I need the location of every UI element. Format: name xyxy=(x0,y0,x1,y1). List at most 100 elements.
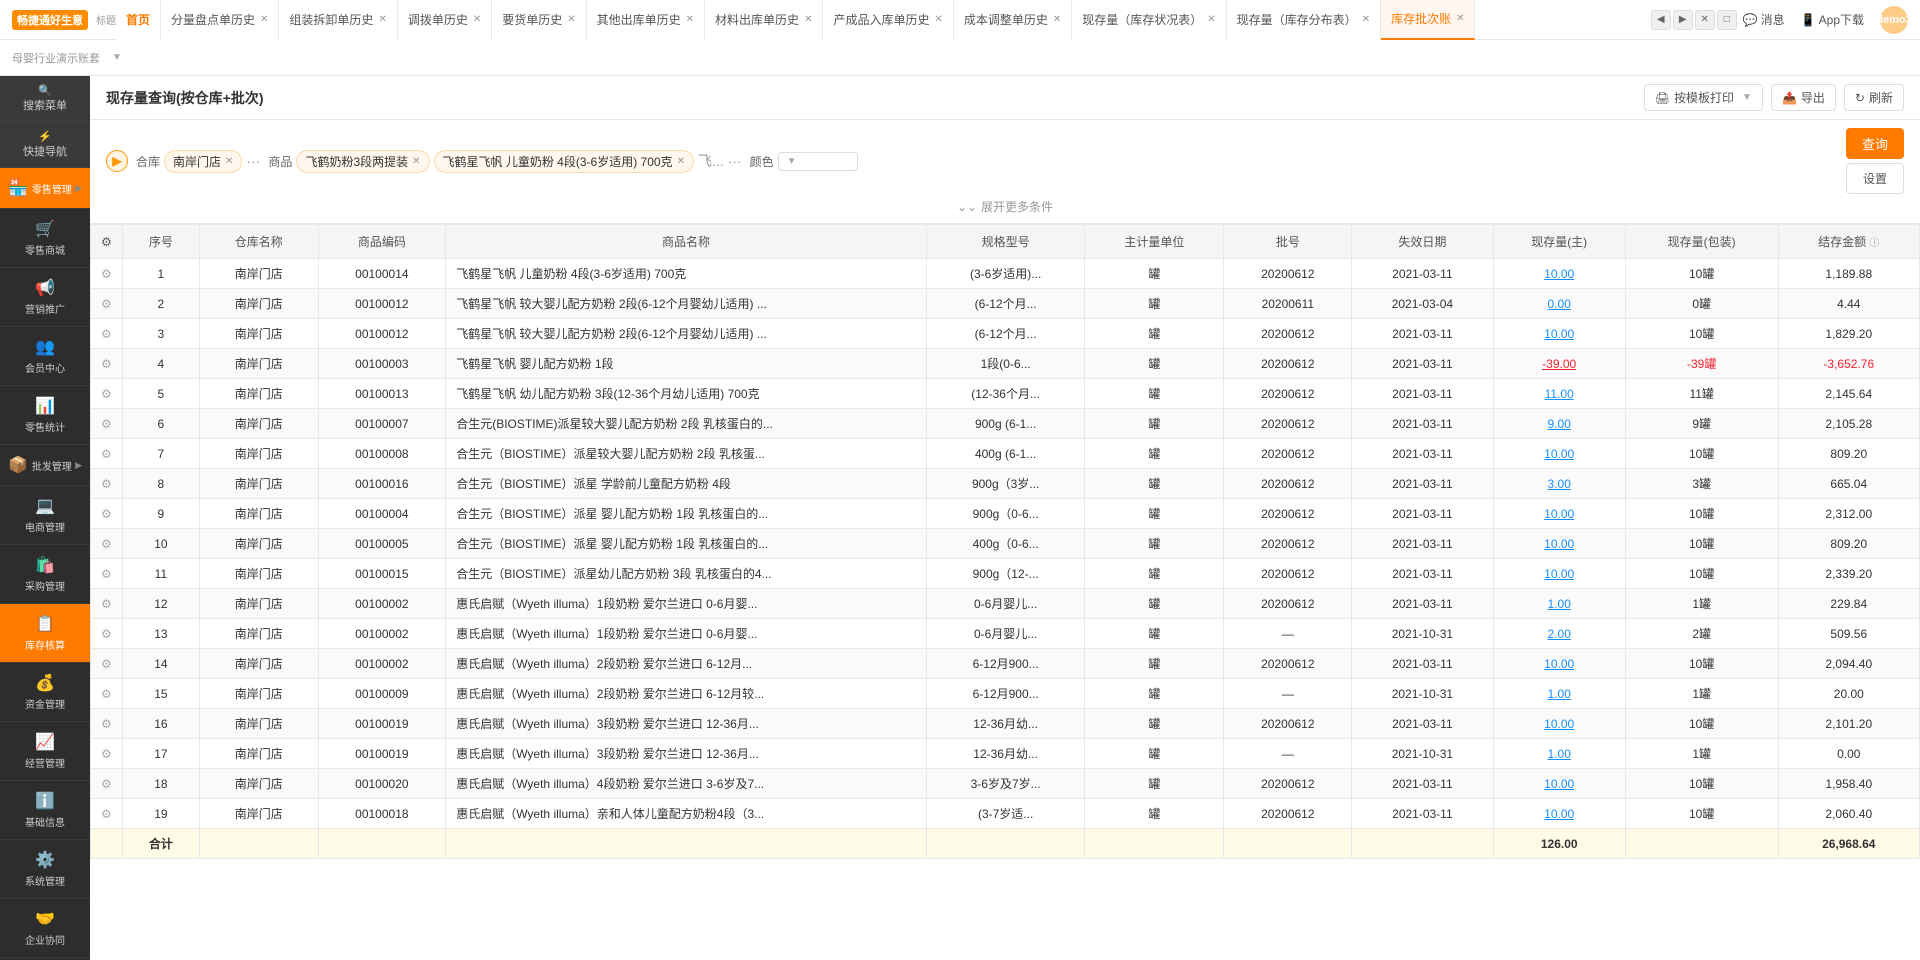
tab-maximize-btn[interactable]: □ xyxy=(1717,10,1737,30)
tab-close-product-inbound[interactable]: ✕ xyxy=(934,14,942,25)
sidebar-item-retail-store[interactable]: 🛒零售商城 xyxy=(0,209,90,268)
export-btn[interactable]: 📤 导出 xyxy=(1771,84,1836,111)
tab-prev-btn[interactable]: ◀ xyxy=(1651,10,1671,30)
row-settings[interactable]: ⚙ xyxy=(91,319,123,349)
template-print-btn[interactable]: 🖨 按模板打印 ▼ xyxy=(1644,84,1763,111)
product-tag-1-close[interactable]: ✕ xyxy=(412,156,420,167)
row-stock-main[interactable]: 0.00 xyxy=(1493,289,1625,319)
sidebar-item-marketing[interactable]: 📢营销推广 xyxy=(0,268,90,327)
row-settings[interactable]: ⚙ xyxy=(91,499,123,529)
warehouse-filter-tag[interactable]: 南岸门店 ✕ xyxy=(164,150,242,173)
sidebar-item-retail-mgmt[interactable]: 🏪零售管理▶ xyxy=(0,168,90,209)
product-tag-2[interactable]: 飞鹤星飞帆 儿童奶粉 4段(3-6岁适用) 700克 ✕ xyxy=(434,150,694,173)
sidebar-item-inventory[interactable]: 📋库存核算 xyxy=(0,604,90,663)
warehouse-more-btn[interactable]: ··· xyxy=(246,153,260,169)
tab-close-inventory-status[interactable]: ✕ xyxy=(1207,14,1215,25)
tab-close-split-inventory-history[interactable]: ✕ xyxy=(260,14,268,25)
tab-close-batch-ledger[interactable]: ✕ xyxy=(1456,13,1464,24)
color-filter-input[interactable]: ▼ xyxy=(778,152,858,171)
tab-home[interactable]: 首页 xyxy=(116,0,161,40)
table-container[interactable]: ⚙ 序号 仓库名称 商品编码 商品名称 规格型号 主计量单位 批号 失效日期 现… xyxy=(90,224,1920,960)
row-settings[interactable]: ⚙ xyxy=(91,589,123,619)
row-settings[interactable]: ⚙ xyxy=(91,289,123,319)
tab-next-btn[interactable]: ▶ xyxy=(1673,10,1693,30)
row-stock-main[interactable]: 10.00 xyxy=(1493,769,1625,799)
tab-cost-adjust[interactable]: 成本调整单历史✕ xyxy=(954,0,1072,40)
tab-inventory-dist[interactable]: 现存量（库存分布表）✕ xyxy=(1227,0,1381,40)
row-settings[interactable]: ⚙ xyxy=(91,619,123,649)
tab-split-inventory-history[interactable]: 分量盘点单历史✕ xyxy=(161,0,279,40)
row-settings[interactable]: ⚙ xyxy=(91,349,123,379)
row-stock-main[interactable]: 10.00 xyxy=(1493,709,1625,739)
sidebar-item-member-center[interactable]: 👥会员中心 xyxy=(0,327,90,386)
row-stock-main[interactable]: 2.00 xyxy=(1493,619,1625,649)
sidebar-item-operations[interactable]: 📈经营管理 xyxy=(0,722,90,781)
tab-close-disassemble-history[interactable]: ✕ xyxy=(378,14,386,25)
search-btn[interactable]: 查询 xyxy=(1846,128,1904,159)
row-settings[interactable]: ⚙ xyxy=(91,679,123,709)
tab-close-material-outbound[interactable]: ✕ xyxy=(804,14,812,25)
col-settings[interactable]: ⚙ xyxy=(91,225,123,259)
row-settings[interactable]: ⚙ xyxy=(91,799,123,829)
refresh-btn[interactable]: ↻ 刷新 xyxy=(1844,84,1904,111)
tab-close-pick-history[interactable]: ✕ xyxy=(473,14,481,25)
product-dots[interactable]: ··· xyxy=(728,153,742,169)
tab-material-outbound[interactable]: 材料出库单历史✕ xyxy=(705,0,823,40)
row-settings[interactable]: ⚙ xyxy=(91,259,123,289)
row-stock-main[interactable]: 11.00 xyxy=(1493,379,1625,409)
row-stock-main[interactable]: 10.00 xyxy=(1493,799,1625,829)
settings-btn[interactable]: 设置 xyxy=(1846,163,1904,194)
row-settings[interactable]: ⚙ xyxy=(91,379,123,409)
balance-info-icon[interactable]: ⓘ xyxy=(1869,238,1879,249)
row-settings[interactable]: ⚙ xyxy=(91,529,123,559)
expand-more-conditions[interactable]: ⌄⌄ 展开更多条件 xyxy=(106,194,1904,215)
row-stock-main[interactable]: 3.00 xyxy=(1493,469,1625,499)
tab-other-outbound[interactable]: 其他出库单历史✕ xyxy=(587,0,705,40)
tab-close-requisition-history[interactable]: ✕ xyxy=(567,14,575,25)
tab-close-cost-adjust[interactable]: ✕ xyxy=(1053,14,1061,25)
row-stock-main[interactable]: 9.00 xyxy=(1493,409,1625,439)
tab-product-inbound[interactable]: 产成品入库单历史✕ xyxy=(823,0,953,40)
product-more[interactable]: 飞... xyxy=(698,151,724,171)
row-settings[interactable]: ⚙ xyxy=(91,439,123,469)
tab-close-btn[interactable]: ✕ xyxy=(1695,10,1715,30)
app-download-btn[interactable]: 📱 App下载 xyxy=(1801,11,1864,28)
row-stock-main[interactable]: -39.00 xyxy=(1493,349,1625,379)
row-stock-main[interactable]: 10.00 xyxy=(1493,439,1625,469)
tab-inventory-status[interactable]: 现存量（库存状况表）✕ xyxy=(1072,0,1226,40)
tab-close-inventory-dist[interactable]: ✕ xyxy=(1362,14,1370,25)
sidebar-item-enterprise[interactable]: 🤝企业协同 xyxy=(0,899,90,958)
product-tag-2-close[interactable]: ✕ xyxy=(677,156,685,167)
tab-disassemble-history[interactable]: 组装拆卸单历史✕ xyxy=(279,0,397,40)
sidebar-item-retail-stats[interactable]: 📊零售统计 xyxy=(0,386,90,445)
tab-close-other-outbound[interactable]: ✕ xyxy=(686,14,694,25)
row-settings[interactable]: ⚙ xyxy=(91,739,123,769)
row-stock-main[interactable]: 1.00 xyxy=(1493,589,1625,619)
search-menu-btn[interactable]: 🔍 搜索菜单 xyxy=(0,76,90,122)
tab-requisition-history[interactable]: 要货单历史✕ xyxy=(492,0,586,40)
row-settings[interactable]: ⚙ xyxy=(91,649,123,679)
row-stock-main[interactable]: 10.00 xyxy=(1493,259,1625,289)
row-stock-main[interactable]: 10.00 xyxy=(1493,649,1625,679)
filter-expand-btn[interactable]: ▶ xyxy=(106,150,128,172)
row-settings[interactable]: ⚙ xyxy=(91,559,123,589)
row-stock-main[interactable]: 10.00 xyxy=(1493,559,1625,589)
row-settings[interactable]: ⚙ xyxy=(91,469,123,499)
row-settings[interactable]: ⚙ xyxy=(91,409,123,439)
shortcut-nav-btn[interactable]: ⚡ 快捷导航 xyxy=(0,122,90,168)
row-settings[interactable]: ⚙ xyxy=(91,709,123,739)
tab-pick-history[interactable]: 调拨单历史✕ xyxy=(398,0,492,40)
sidebar-item-ecommerce[interactable]: 💻电商管理 xyxy=(0,486,90,545)
row-stock-main[interactable]: 10.00 xyxy=(1493,319,1625,349)
row-stock-main[interactable]: 10.00 xyxy=(1493,529,1625,559)
message-btn[interactable]: 💬 消息 xyxy=(1743,11,1785,28)
product-tag-1[interactable]: 飞鹤奶粉3段两提装 ✕ xyxy=(296,150,429,173)
avatar[interactable]: demo2 xyxy=(1880,6,1908,34)
sidebar-item-wholesale-mgmt[interactable]: 📦批发管理▶ xyxy=(0,445,90,486)
company-selector-arrow[interactable]: ▼ xyxy=(112,52,122,63)
sidebar-item-purchase-mgmt[interactable]: 🛍️采购管理 xyxy=(0,545,90,604)
sidebar-item-finance[interactable]: 💰资金管理 xyxy=(0,663,90,722)
warehouse-tag-close[interactable]: ✕ xyxy=(225,156,233,167)
row-stock-main[interactable]: 1.00 xyxy=(1493,679,1625,709)
sidebar-item-basic-info[interactable]: ℹ️基础信息 xyxy=(0,781,90,840)
